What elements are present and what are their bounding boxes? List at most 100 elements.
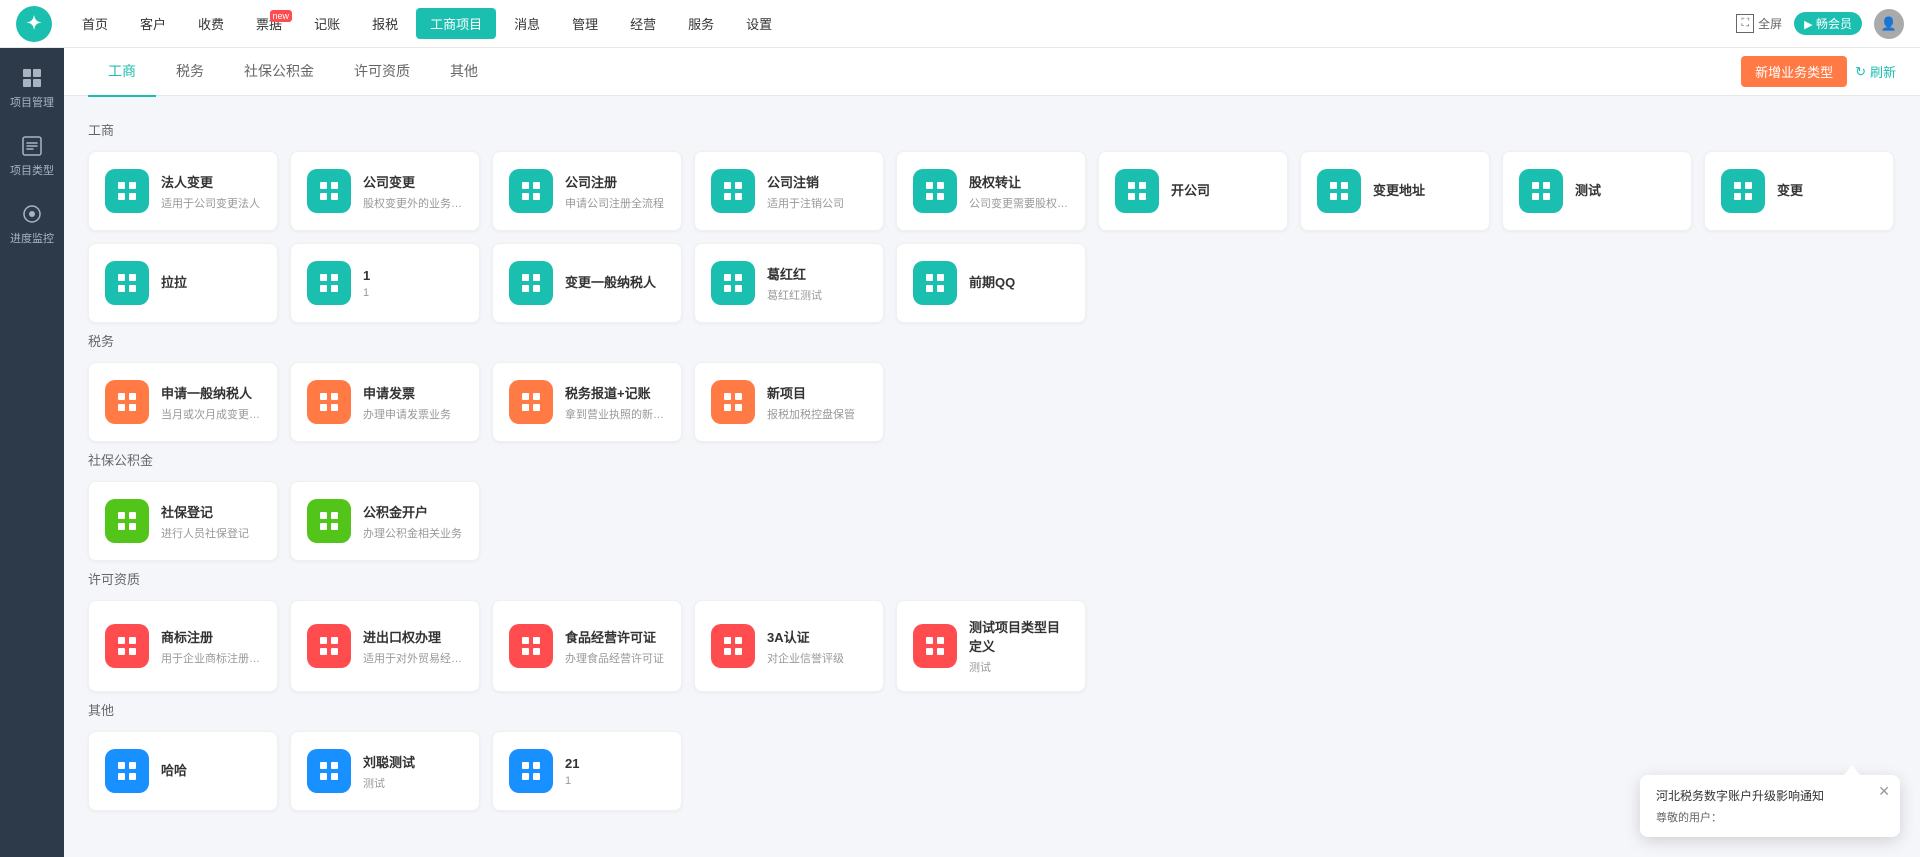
- card-icon: [913, 169, 957, 213]
- list-item[interactable]: 公司变更股权变更外的业务变更: [290, 151, 480, 231]
- list-item[interactable]: 刘聪测试测试: [290, 731, 480, 811]
- list-item[interactable]: 变更地址: [1300, 151, 1490, 231]
- card-desc: 报税加税控盘保管: [767, 406, 867, 422]
- card-desc: 适用于注销公司: [767, 195, 867, 211]
- card-name: 申请一般纳税人: [161, 383, 261, 402]
- list-item[interactable]: 变更一般纳税人: [492, 243, 682, 323]
- new-type-button[interactable]: 新增业务类型: [1741, 56, 1847, 87]
- nav-settings[interactable]: 设置: [732, 8, 786, 39]
- card-name: 前期QQ: [969, 272, 1069, 291]
- nav-manage[interactable]: 管理: [558, 8, 612, 39]
- list-item[interactable]: 公司注销适用于注销公司: [694, 151, 884, 231]
- card-info: 变更地址: [1373, 180, 1473, 203]
- fullscreen-button[interactable]: ⛶ 全屏: [1736, 14, 1782, 33]
- nav-tax[interactable]: 报税: [358, 8, 412, 39]
- section-title-0: 工商: [88, 120, 1896, 139]
- list-item[interactable]: 葛红红葛红红测试: [694, 243, 884, 323]
- card-name: 开公司: [1171, 180, 1271, 199]
- project-manage-icon: [20, 66, 44, 90]
- card-icon: [105, 169, 149, 213]
- user-avatar[interactable]: 👤: [1874, 9, 1904, 39]
- tab-gongshang[interactable]: 工商: [88, 47, 156, 97]
- nav-home[interactable]: 首页: [68, 8, 122, 39]
- list-item[interactable]: 211: [492, 731, 682, 811]
- nav-fee[interactable]: 收费: [184, 8, 238, 39]
- list-item[interactable]: 股权转让公司变更需要股权转让: [896, 151, 1086, 231]
- list-item[interactable]: 测试: [1502, 151, 1692, 231]
- card-info: 前期QQ: [969, 272, 1069, 295]
- card-info: 开公司: [1171, 180, 1271, 203]
- card-name: 股权转让: [969, 172, 1069, 191]
- notification-content: 尊敬的用户：: [1656, 809, 1884, 825]
- tab-xukeziazi[interactable]: 许可资质: [334, 47, 430, 97]
- card-name: 21: [565, 756, 665, 771]
- card-desc: 用于企业商标注册服务: [161, 650, 261, 666]
- card-info: 测试项目类型目定义测试: [969, 617, 1069, 675]
- card-icon: [307, 499, 351, 543]
- card-info: 测试: [1575, 180, 1675, 203]
- card-desc: 办理公积金相关业务: [363, 525, 463, 541]
- card-info: 变更一般纳税人: [565, 272, 665, 295]
- card-name: 1: [363, 268, 463, 283]
- nav-menu: 首页 客户 收费 票据 new 记账 报税 工商项目 消息 管理 经营 服务 设…: [68, 8, 1736, 39]
- card-name: 测试项目类型目定义: [969, 617, 1069, 655]
- tab-shebao[interactable]: 社保公积金: [224, 47, 334, 97]
- progress-monitor-icon: [20, 202, 44, 226]
- list-item[interactable]: 哈哈: [88, 731, 278, 811]
- list-item[interactable]: 申请一般纳税人当月或次月成变更完成: [88, 362, 278, 442]
- list-item[interactable]: 拉拉: [88, 243, 278, 323]
- list-item[interactable]: 前期QQ: [896, 243, 1086, 323]
- nav-message[interactable]: 消息: [500, 8, 554, 39]
- list-item[interactable]: 食品经营许可证办理食品经营许可证: [492, 600, 682, 692]
- tab-shuiwu[interactable]: 税务: [156, 47, 224, 97]
- list-item[interactable]: 11: [290, 243, 480, 323]
- tab-qita[interactable]: 其他: [430, 47, 498, 97]
- card-icon: [509, 749, 553, 793]
- card-icon: [307, 624, 351, 668]
- list-item[interactable]: 申请发票办理申请发票业务: [290, 362, 480, 442]
- notification-triangle: [1844, 765, 1860, 775]
- list-item[interactable]: 测试项目类型目定义测试: [896, 600, 1086, 692]
- card-name: 3A认证: [767, 627, 867, 646]
- sidebar-item-progress-monitor[interactable]: 进度监控: [4, 192, 60, 256]
- card-icon: [509, 169, 553, 213]
- card-name: 公司变更: [363, 172, 463, 191]
- member-button[interactable]: ▶ 畅会员: [1794, 12, 1862, 35]
- card-info: 社保登记进行人员社保登记: [161, 502, 261, 541]
- card-icon: [913, 261, 957, 305]
- list-item[interactable]: 公积金开户办理公积金相关业务: [290, 481, 480, 561]
- list-item[interactable]: 法人变更适用于公司变更法人: [88, 151, 278, 231]
- refresh-button[interactable]: ↻ 刷新: [1855, 62, 1896, 81]
- nav-service[interactable]: 服务: [674, 8, 728, 39]
- card-info: 3A认证对企业信誉评级: [767, 627, 867, 666]
- list-item[interactable]: 税务报道+记账拿到营业执照的新公司: [492, 362, 682, 442]
- sidebar-item-project-manage[interactable]: 项目管理: [4, 56, 60, 120]
- card-name: 变更地址: [1373, 180, 1473, 199]
- card-info: 葛红红葛红红测试: [767, 264, 867, 303]
- nav-industrial[interactable]: 工商项目: [416, 8, 496, 39]
- list-item[interactable]: 社保登记进行人员社保登记: [88, 481, 278, 561]
- list-item[interactable]: 商标注册用于企业商标注册服务: [88, 600, 278, 692]
- cards-grid-4: 哈哈刘聪测试测试211: [88, 731, 1896, 811]
- list-item[interactable]: 3A认证对企业信誉评级: [694, 600, 884, 692]
- nav-bookkeeping[interactable]: 记账: [300, 8, 354, 39]
- nav-client[interactable]: 客户: [126, 8, 180, 39]
- card-icon: [913, 624, 957, 668]
- list-item[interactable]: 公司注册申请公司注册全流程: [492, 151, 682, 231]
- list-item[interactable]: 新项目报税加税控盘保管: [694, 362, 884, 442]
- nav-ticket[interactable]: 票据 new: [242, 8, 296, 39]
- card-info: 进出口权办理适用于对外贸易经营者: [363, 627, 463, 666]
- list-item[interactable]: 开公司: [1098, 151, 1288, 231]
- sidebar-item-project-type[interactable]: 项目类型: [4, 124, 60, 188]
- card-icon: [1721, 169, 1765, 213]
- card-info: 刘聪测试测试: [363, 752, 463, 791]
- card-desc: 1: [565, 775, 665, 787]
- card-icon: [1519, 169, 1563, 213]
- fullscreen-icon: ⛶: [1736, 14, 1754, 33]
- nav-operation[interactable]: 经营: [616, 8, 670, 39]
- list-item[interactable]: 进出口权办理适用于对外贸易经营者: [290, 600, 480, 692]
- card-info: 公司注册申请公司注册全流程: [565, 172, 665, 211]
- card-name: 哈哈: [161, 760, 261, 779]
- list-item[interactable]: 变更: [1704, 151, 1894, 231]
- notification-close-button[interactable]: ✕: [1878, 783, 1890, 800]
